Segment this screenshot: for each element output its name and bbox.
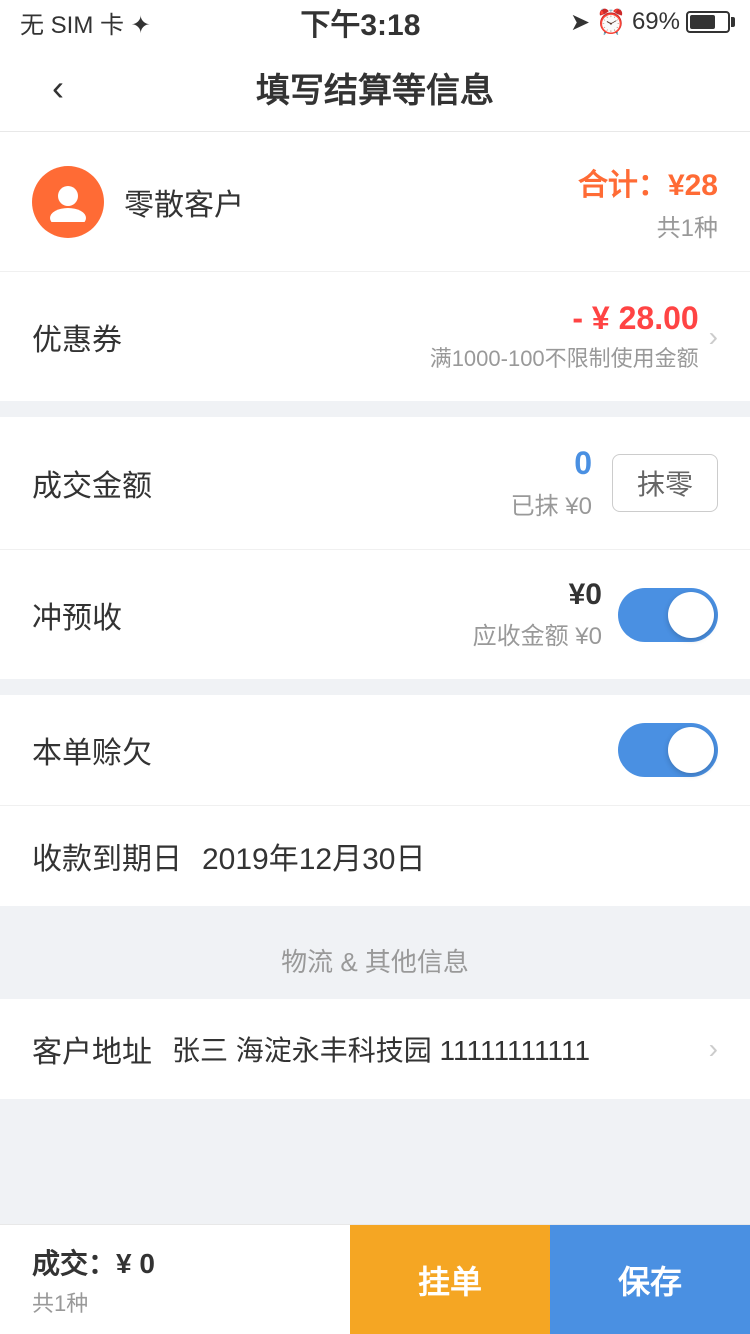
nav-bar: ‹ 填写结算等信息 <box>0 44 750 132</box>
duedate-row: 收款到期日 2019年12月30日 <box>0 805 750 906</box>
sim-text: 无 SIM 卡 ✦ <box>20 5 151 40</box>
deal-amount-right: 0 已抹 ¥0 抹零 <box>511 445 718 521</box>
battery-percent: 69% <box>632 8 680 36</box>
debt-row: 本单赊欠 <box>0 695 750 805</box>
bottom-deal-amount: ¥ 0 <box>116 1248 155 1279</box>
address-label: 客户地址 <box>32 1027 152 1071</box>
customer-row: 零散客户 合计：¥28 共1种 <box>0 132 750 271</box>
total-count: 共1种 <box>578 208 718 243</box>
location-icon: ➤ <box>570 8 590 37</box>
prepayment-amount: ¥0 <box>473 578 602 612</box>
deal-amount-label: 成交金额 <box>32 461 152 505</box>
prepayment-row: 冲预收 ¥0 应收金额 ¥0 <box>0 549 750 679</box>
prepayment-label: 冲预收 <box>32 593 122 637</box>
coupon-detail: - ¥ 28.00 满1000-100不限制使用金额 <box>430 300 699 373</box>
hang-button[interactable]: 挂单 <box>350 1225 550 1334</box>
prepayment-toggle[interactable] <box>618 588 718 642</box>
deal-amount-value: 0 <box>574 445 592 481</box>
total-label-text: 合计： <box>578 169 668 202</box>
deal-amount-sub: 已抹 ¥0 <box>511 486 592 521</box>
prepayment-right: ¥0 应收金额 ¥0 <box>473 578 718 651</box>
alarm-icon: ⏰ <box>596 8 626 37</box>
chevron-right-icon: › <box>709 321 718 353</box>
round-down-button[interactable]: 抹零 <box>612 454 718 512</box>
status-left: 无 SIM 卡 ✦ <box>20 5 151 40</box>
debt-toggle[interactable] <box>618 723 718 777</box>
deal-amount-row: 成交金额 0 已抹 ¥0 抹零 <box>0 417 750 549</box>
duedate-label: 收款到期日 <box>32 834 182 878</box>
bottom-bar: 成交：¥ 0 共1种 挂单 保存 <box>0 1224 750 1334</box>
bottom-info: 成交：¥ 0 共1种 <box>0 1242 350 1318</box>
customer-left: 零散客户 <box>32 166 244 238</box>
content: 零散客户 合计：¥28 共1种 优惠券 - ¥ 28.00 满1000-100不… <box>0 132 750 1219</box>
status-right: ➤ ⏰ 69% <box>570 8 730 37</box>
battery-icon <box>686 11 730 33</box>
toggle-knob <box>668 592 714 638</box>
debt-section: 本单赊欠 收款到期日 2019年12月30日 <box>0 695 750 906</box>
status-bar: 无 SIM 卡 ✦ 下午3:18 ➤ ⏰ 69% <box>0 0 750 44</box>
prepayment-values: ¥0 应收金额 ¥0 <box>473 578 602 651</box>
logistics-text: 物流 & 其他信息 <box>281 942 469 979</box>
address-value: 张三 海淀永丰科技园 11111111111 <box>172 1029 709 1069</box>
customer-section: 零散客户 合计：¥28 共1种 优惠券 - ¥ 28.00 满1000-100不… <box>0 132 750 401</box>
back-icon: ‹ <box>52 67 64 109</box>
back-button[interactable]: ‹ <box>28 58 88 118</box>
coupon-label: 优惠券 <box>32 315 122 359</box>
debt-label: 本单赊欠 <box>32 728 152 772</box>
bottom-count: 共1种 <box>32 1286 318 1318</box>
coupon-row[interactable]: 优惠券 - ¥ 28.00 满1000-100不限制使用金额 › <box>0 271 750 401</box>
prepayment-receivable: 应收金额 ¥0 <box>473 616 602 651</box>
save-button[interactable]: 保存 <box>550 1225 750 1334</box>
address-row[interactable]: 客户地址 张三 海淀永丰科技园 11111111111 › <box>0 999 750 1099</box>
duedate-value: 2019年12月30日 <box>202 834 425 878</box>
bottom-deal-label: 成交： <box>32 1248 116 1279</box>
page-title: 填写结算等信息 <box>256 63 494 112</box>
deal-amount-detail: 0 已抹 ¥0 <box>511 445 592 521</box>
status-time: 下午3:18 <box>300 0 420 44</box>
avatar <box>32 166 104 238</box>
address-chevron-icon: › <box>709 1033 718 1065</box>
coupon-description: 满1000-100不限制使用金额 <box>430 341 699 373</box>
debt-toggle-knob <box>668 727 714 773</box>
total-amount-label: 合计：¥28 <box>578 160 718 204</box>
total-amount-value: ¥28 <box>668 169 718 202</box>
customer-total: 合计：¥28 共1种 <box>578 160 718 243</box>
person-icon <box>48 182 88 222</box>
deal-section: 成交金额 0 已抹 ¥0 抹零 冲预收 ¥0 应收金额 ¥0 <box>0 417 750 679</box>
logistics-header: 物流 & 其他信息 <box>0 922 750 999</box>
coupon-right: - ¥ 28.00 满1000-100不限制使用金额 › <box>430 300 718 373</box>
coupon-discount: - ¥ 28.00 <box>430 300 699 337</box>
logistics-label: 物流 & 其他信息 <box>265 942 485 979</box>
customer-name: 零散客户 <box>124 180 244 224</box>
bottom-deal-text: 成交：¥ 0 <box>32 1242 318 1282</box>
